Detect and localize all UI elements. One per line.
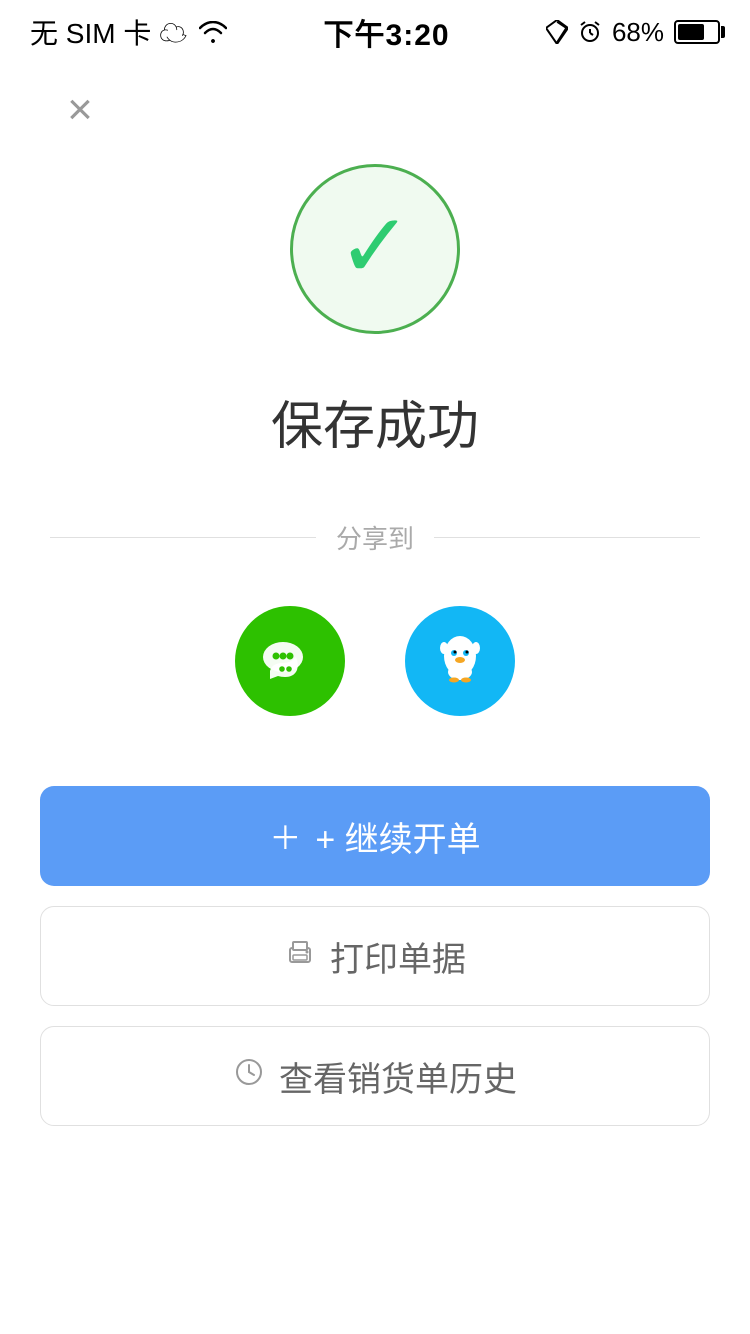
share-section: 分享到: [0, 519, 750, 786]
print-label: 打印单据: [330, 932, 466, 981]
status-right: 68%: [546, 17, 720, 48]
continue-label: + 继续开单: [315, 812, 480, 861]
wechat-icon: [256, 627, 324, 695]
main-content: ✓ 保存成功 分享到: [0, 64, 750, 1126]
share-icons: [50, 606, 700, 716]
qq-icon: [429, 630, 491, 692]
plus-icon: ＋: [269, 813, 301, 859]
location-icon: [546, 20, 568, 44]
success-title: 保存成功: [271, 384, 479, 459]
print-button[interactable]: 打印单据: [40, 906, 710, 1006]
status-time: 下午3:20: [324, 10, 450, 54]
qq-share-button[interactable]: [405, 606, 515, 716]
status-bar: 无 SIM 卡 ☁ 下午3:20 68%: [0, 0, 750, 64]
history-button[interactable]: 查看销货单历史: [40, 1026, 710, 1126]
action-buttons: ＋ + 继续开单 打印单据 查看销货单历: [0, 786, 750, 1126]
status-left: 无 SIM 卡 ☁: [30, 12, 227, 52]
close-button[interactable]: ×: [50, 80, 110, 140]
battery-percent: 68%: [612, 17, 664, 48]
close-icon: ×: [67, 88, 93, 132]
battery-icon: [674, 20, 720, 44]
wifi-icon: [199, 21, 227, 43]
share-divider: 分享到: [50, 519, 700, 556]
history-icon: [233, 1056, 265, 1096]
print-icon: [284, 936, 316, 976]
wechat-share-button[interactable]: [235, 606, 345, 716]
share-label: 分享到: [336, 519, 414, 556]
continue-button[interactable]: ＋ + 继续开单: [40, 786, 710, 886]
alarm-icon: [578, 20, 602, 44]
checkmark-icon: ✓: [337, 202, 412, 292]
sim-status: 无 SIM 卡 ☁: [30, 12, 187, 52]
history-label: 查看销货单历史: [279, 1052, 517, 1101]
success-circle: ✓: [290, 164, 460, 334]
